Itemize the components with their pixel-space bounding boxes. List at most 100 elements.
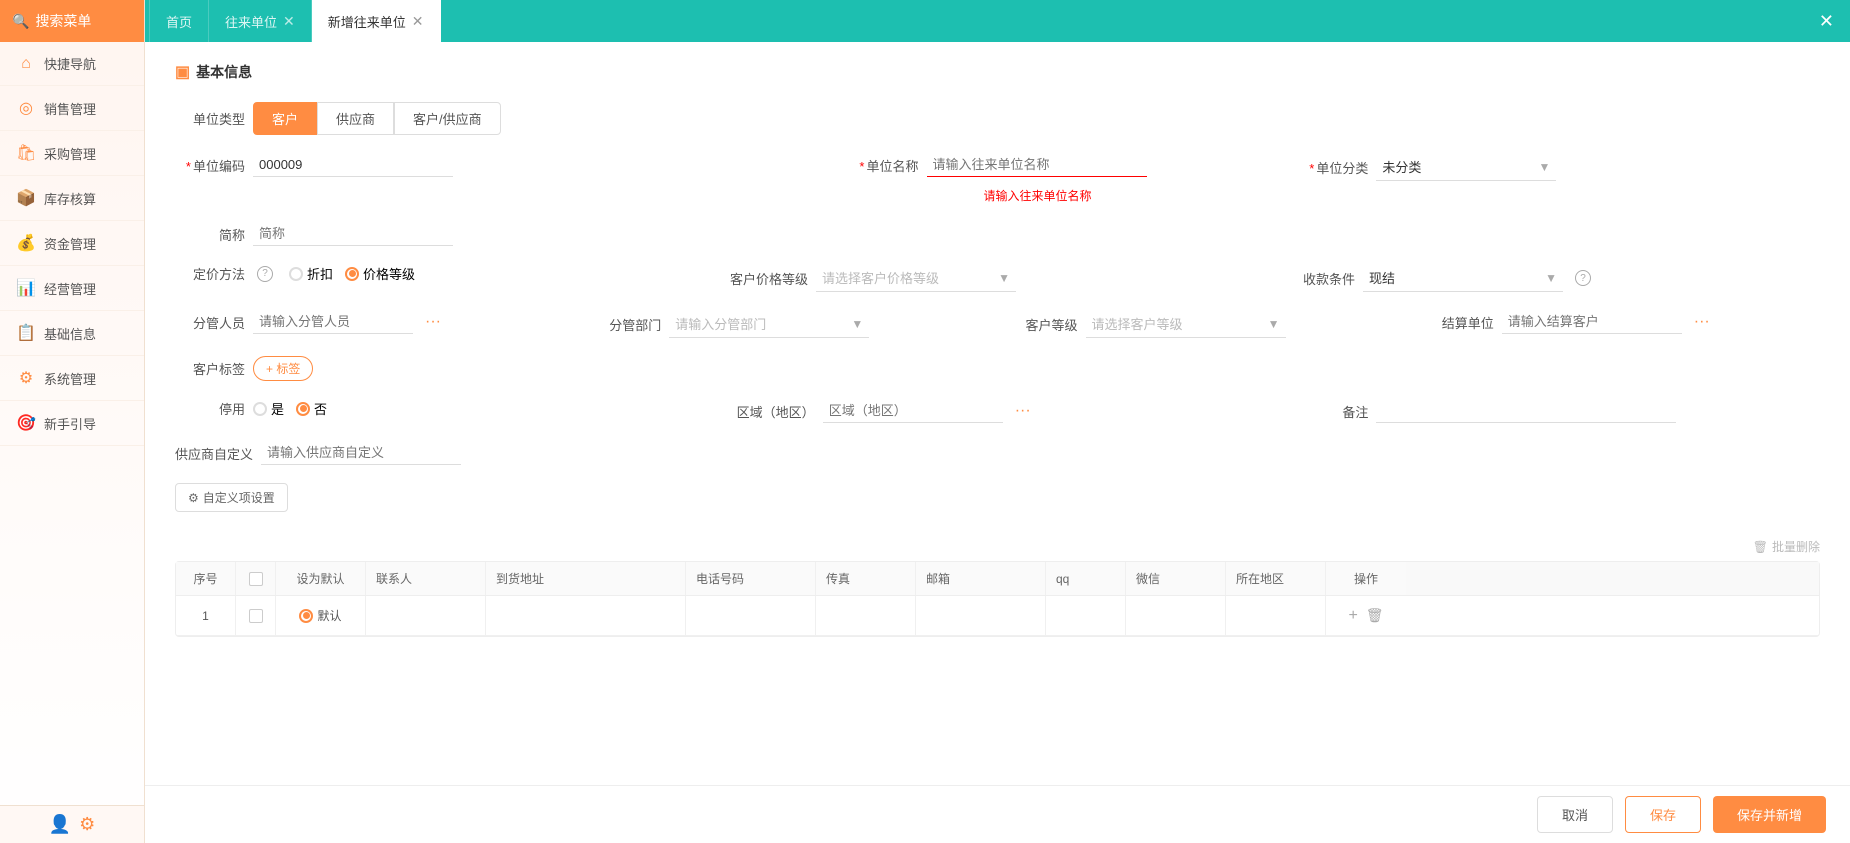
settlement-input[interactable] (1502, 310, 1682, 334)
header-checkbox[interactable] (249, 572, 263, 586)
unit-btn-supplier[interactable]: 供应商 (317, 102, 394, 135)
custom-settings-button[interactable]: ⚙ 自定义项设置 (175, 483, 288, 512)
cancel-button[interactable]: 取消 (1537, 796, 1613, 833)
tab-home[interactable]: 首页 (149, 0, 209, 42)
settings-icon[interactable]: ⚙ (79, 814, 95, 835)
manager-more-btn[interactable]: ··· (421, 313, 445, 331)
home-icon: ⌂ (16, 55, 36, 73)
row-qq-input[interactable] (1056, 609, 1115, 623)
department-placeholder: 请输入分管部门 (675, 314, 766, 333)
yes-radio-circle (253, 402, 267, 416)
row-fax[interactable] (816, 596, 916, 635)
row-email[interactable] (916, 596, 1046, 635)
remark-input[interactable] (1376, 399, 1676, 423)
row-address-input[interactable] (496, 609, 675, 623)
tag-label: 客户标签 (175, 359, 245, 378)
tab-partners-label: 往来单位 (225, 12, 277, 31)
region-more-btn[interactable]: ··· (1011, 402, 1035, 420)
th-fax: 传真 (816, 562, 916, 595)
unit-btn-both[interactable]: 客户/供应商 (394, 102, 501, 135)
disabled-yes-radio[interactable]: 是 (253, 399, 284, 418)
row-qq[interactable] (1046, 596, 1126, 635)
manager-input[interactable] (253, 310, 413, 334)
pricing-help-icon[interactable]: ? (257, 266, 273, 282)
unit-code-row: *单位编码 *单位名称 请输入往来单位名称 *单位分类 (175, 153, 1820, 204)
short-name-input[interactable] (253, 222, 453, 246)
row-contact[interactable] (366, 596, 486, 635)
disabled-field: 停用 是 否 (175, 399, 697, 418)
sidebar-item-system[interactable]: ⚙ 系统管理 (0, 356, 144, 401)
manager-label: 分管人员 (175, 313, 245, 332)
bulk-delete-area: 🗑 批量删除 (175, 532, 1820, 561)
window-close-button[interactable]: ✕ (1807, 11, 1846, 32)
tab-partners[interactable]: 往来单位 ✕ (209, 0, 312, 42)
add-tag-button[interactable]: + 标签 (253, 356, 313, 381)
discount-label: 折扣 (307, 264, 333, 283)
row-add-btn[interactable]: + (1348, 607, 1357, 625)
payment-terms-select[interactable]: 现结 ▼ (1363, 264, 1563, 292)
row-address[interactable] (486, 596, 686, 635)
pricing-level-radio[interactable]: 价格等级 (345, 264, 415, 283)
disabled-no-radio[interactable]: 否 (296, 399, 327, 418)
bulk-delete-icon: 🗑 (1753, 540, 1768, 554)
row-default-radio[interactable]: 默认 (299, 607, 341, 624)
no-label: 否 (314, 399, 327, 418)
row-checkbox[interactable] (249, 609, 263, 623)
sidebar-item-sales[interactable]: ◎ 销售管理 (0, 86, 144, 131)
tag-row: 客户标签 + 标签 (175, 356, 1820, 381)
save-new-button[interactable]: 保存并新增 (1713, 796, 1826, 833)
required-star-code: * (186, 159, 191, 174)
table-header: 序号 设为默认 联系人 到货地址 电话号码 传真 (176, 562, 1819, 596)
th-email: 邮箱 (916, 562, 1046, 595)
tab-partners-close[interactable]: ✕ (283, 14, 295, 28)
sidebar-search[interactable]: 🔍 搜索菜单 (0, 0, 144, 42)
supplier-custom-input[interactable] (261, 441, 461, 465)
sidebar-item-label: 新手引导 (44, 414, 96, 433)
unit-code-input[interactable] (253, 153, 453, 177)
row-wechat-input[interactable] (1136, 609, 1215, 623)
department-select[interactable]: 请输入分管部门 ▼ (669, 310, 869, 338)
sidebar-item-finance[interactable]: 💰 资金管理 (0, 221, 144, 266)
sidebar-item-guide[interactable]: 🎯 新手引导 (0, 401, 144, 446)
pricing-radio-group: 折扣 价格等级 (289, 264, 415, 283)
row-phone[interactable] (686, 596, 816, 635)
row-region-input[interactable] (1236, 609, 1315, 623)
unit-category-select[interactable]: 未分类 ▼ (1376, 153, 1556, 181)
row-region[interactable] (1226, 596, 1326, 635)
row-default-label: 默认 (317, 607, 341, 624)
row-delete-btn[interactable]: 🗑 (1366, 607, 1384, 624)
payment-help-icon[interactable]: ? (1575, 270, 1591, 286)
save-button[interactable]: 保存 (1625, 796, 1701, 833)
row-phone-input[interactable] (696, 609, 805, 623)
unit-name-input[interactable] (927, 153, 1147, 177)
disabled-label: 停用 (175, 399, 245, 418)
price-level-select[interactable]: 请选择客户价格等级 ▼ (816, 264, 1016, 292)
sidebar-item-purchase[interactable]: 🛍 采购管理 (0, 131, 144, 176)
sidebar-item-label: 基础信息 (44, 324, 96, 343)
sidebar-item-quick-nav[interactable]: ⌂ 快捷导航 (0, 42, 144, 86)
payment-terms-chevron: ▼ (1545, 271, 1557, 285)
region-input[interactable] (823, 399, 1003, 423)
pricing-discount-radio[interactable]: 折扣 (289, 264, 333, 283)
sidebar-item-inventory[interactable]: 📦 库存核算 (0, 176, 144, 221)
unit-btn-customer[interactable]: 客户 (253, 102, 317, 135)
th-check[interactable] (236, 562, 276, 595)
sidebar-item-label: 采购管理 (44, 144, 96, 163)
row-check[interactable] (236, 596, 276, 635)
sidebar-item-basics[interactable]: 📋 基础信息 (0, 311, 144, 356)
user-icon[interactable]: 👤 (49, 814, 71, 835)
row-default[interactable]: 默认 (276, 596, 366, 635)
section-info-icon: ▣ (175, 62, 190, 82)
tab-new-partner[interactable]: 新增往来单位 ✕ (312, 0, 441, 42)
row-contact-input[interactable] (376, 609, 475, 623)
required-star-name: * (859, 159, 864, 174)
row-email-input[interactable] (926, 609, 1035, 623)
sidebar-item-label: 系统管理 (44, 369, 96, 388)
sidebar-item-operations[interactable]: 📊 经营管理 (0, 266, 144, 311)
tab-new-partner-close[interactable]: ✕ (412, 14, 424, 28)
settlement-more-btn[interactable]: ··· (1690, 313, 1714, 331)
th-region: 所在地区 (1226, 562, 1326, 595)
customer-level-select[interactable]: 请选择客户等级 ▼ (1086, 310, 1286, 338)
row-fax-input[interactable] (826, 609, 905, 623)
row-wechat[interactable] (1126, 596, 1226, 635)
